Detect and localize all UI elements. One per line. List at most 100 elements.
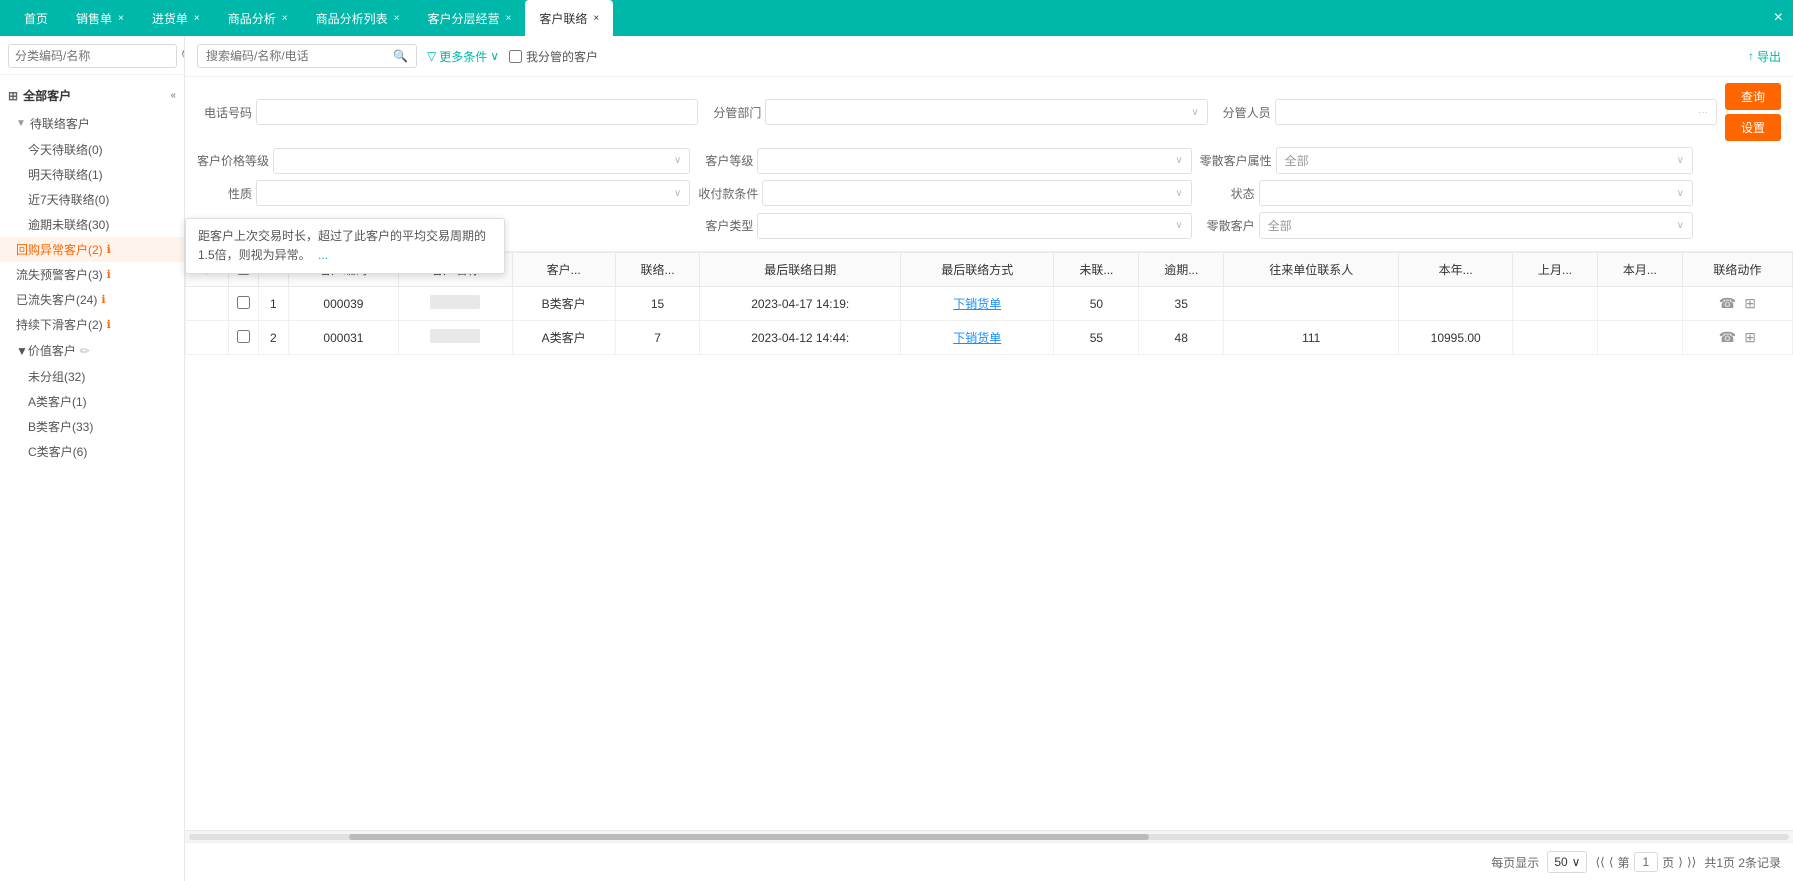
col-this-year: 本年... xyxy=(1399,253,1513,287)
contact-icon-2[interactable]: ☎ xyxy=(1719,329,1736,346)
filter-phone-label: 电话号码 xyxy=(197,104,252,121)
filter-manager-select[interactable]: ··· xyxy=(1275,99,1717,125)
pagination-nav: ⟨⟨ ⟨ 第 1 页 ⟩ ⟩⟩ xyxy=(1595,852,1696,872)
cell-name-2 xyxy=(399,321,513,355)
sidebar-item-tomorrow-contact[interactable]: 明天待联络(1) xyxy=(0,162,184,187)
filter-nature-label: 性质 xyxy=(197,185,252,202)
nav-home[interactable]: 首页 xyxy=(10,0,62,36)
query-button[interactable]: 查询 xyxy=(1725,83,1781,110)
settings-button[interactable]: 设置 xyxy=(1725,114,1781,141)
contact-icon-1[interactable]: ☎ xyxy=(1719,295,1736,312)
nav-product-analysis-list-close[interactable]: × xyxy=(394,13,400,24)
table-area: ⚙ 客户编码 客户名称 客户... 联络... 最后联络日期 最后联络方式 未联… xyxy=(185,252,1793,830)
sidebar-item-7day-contact[interactable]: 近7天待联络(0) xyxy=(0,187,184,212)
nav-customer-stratification-close[interactable]: × xyxy=(505,13,511,24)
filter-manager-label: 分管人员 xyxy=(1216,104,1271,121)
cell-overdue-2: 48 xyxy=(1139,321,1224,355)
filter-customer-grade-select[interactable]: ∨ xyxy=(757,148,1191,174)
cell-last-date-1: 2023-04-17 14:19: xyxy=(700,287,901,321)
pg-down-arrow: ∨ xyxy=(674,155,681,166)
sidebar-item-repurchase-abnormal[interactable]: 回购异常客户(2) ℹ xyxy=(0,237,184,262)
col-last-month: 上月... xyxy=(1513,253,1598,287)
scroll-thumb[interactable] xyxy=(349,834,1149,840)
filter-price-grade-select[interactable]: ∨ xyxy=(273,148,690,174)
filter-scattered-attr-select[interactable]: 全部 ∨ xyxy=(1276,147,1693,174)
main-layout: 🔍 ⊞ 全部客户 « ▼ 待联络客户 今天待联络(0) 明天待联络(1) 近7天… xyxy=(0,36,1793,881)
last-method-link-1[interactable]: 下销货单 xyxy=(953,297,1001,311)
horizontal-scrollbar[interactable] xyxy=(185,830,1793,842)
cell-checkbox-1 xyxy=(228,287,258,321)
filter-phone-input[interactable] xyxy=(256,99,698,125)
row1-checkbox[interactable] xyxy=(237,296,250,309)
filter-scattered-customer: 零散客户 全部 ∨ xyxy=(1200,212,1693,239)
tooltip-more-link[interactable]: ... xyxy=(318,248,328,262)
more-action-icon-2[interactable]: ⊞ xyxy=(1744,329,1756,346)
sidebar-item-overdue-contact[interactable]: 逾期未联络(30) xyxy=(0,212,184,237)
search-input[interactable] xyxy=(206,49,389,63)
info-icon-churned: ℹ xyxy=(101,293,105,306)
filter-row-1: 电话号码 分管部门 ∨ 分管人员 ··· 查询 设置 xyxy=(197,83,1781,141)
filter-customer-grade-label: 客户等级 xyxy=(698,152,753,169)
my-customers-check[interactable] xyxy=(509,50,522,63)
sidebar-group-pending-contact[interactable]: ▼ 待联络客户 xyxy=(0,110,184,137)
filter-status-select[interactable]: ∨ xyxy=(1259,180,1693,206)
sidebar-item-churned[interactable]: 已流失客户(24) ℹ xyxy=(0,287,184,312)
cell-contact-1: 15 xyxy=(615,287,700,321)
more-conditions-btn[interactable]: ▽ 更多条件 ∨ xyxy=(427,48,499,65)
cell-action-2: ☎ ⊞ xyxy=(1682,321,1792,355)
nav-purchase[interactable]: 进货单 × xyxy=(138,0,214,36)
sidebar-item-churn-warning[interactable]: 流失预警客户(3) ℹ xyxy=(0,262,184,287)
sa-down-arrow: ∨ xyxy=(1677,155,1684,166)
next-page-btn[interactable]: ⟩ xyxy=(1678,855,1683,869)
page-label: 第 xyxy=(1618,854,1630,871)
page-size-select[interactable]: 50 ∨ xyxy=(1547,851,1587,873)
nav-customer-contact-close[interactable]: × xyxy=(593,13,599,24)
filter-customer-type-label: 客户类型 xyxy=(698,217,753,234)
nav-sales[interactable]: 销售单 × xyxy=(62,0,138,36)
filter-payment-select[interactable]: ∨ xyxy=(762,180,1191,206)
sc-down-arrow: ∨ xyxy=(1677,220,1684,231)
sidebar-item-c-customers[interactable]: C类客户(6) xyxy=(0,439,184,464)
cell-this-month-2 xyxy=(1597,321,1682,355)
nav-product-analysis-close[interactable]: × xyxy=(282,13,288,24)
sidebar-search-input[interactable] xyxy=(8,44,177,68)
nav-product-analysis-list[interactable]: 商品分析列表 × xyxy=(302,0,414,36)
nav-customer-stratification[interactable]: 客户分层经营 × xyxy=(413,0,525,36)
sidebar-item-declining[interactable]: 持续下滑客户(2) ℹ xyxy=(0,312,184,337)
dept-down-arrow: ∨ xyxy=(1191,107,1198,118)
export-button[interactable]: ↑ 导出 xyxy=(1748,48,1781,65)
filter-scattered-customer-select[interactable]: 全部 ∨ xyxy=(1259,212,1693,239)
row2-checkbox[interactable] xyxy=(237,330,250,343)
sidebar-item-today-contact[interactable]: 今天待联络(0) xyxy=(0,137,184,162)
prev-page-btn[interactable]: ⟨ xyxy=(1609,855,1614,869)
more-action-icon-1[interactable]: ⊞ xyxy=(1744,295,1756,312)
nature-down-arrow: ∨ xyxy=(674,188,681,199)
content-area: 🔍 ▽ 更多条件 ∨ 我分管的客户 ↑ 导出 电话号码 xyxy=(185,36,1793,881)
nav-product-analysis[interactable]: 商品分析 × xyxy=(214,0,302,36)
nav-customer-contact[interactable]: 客户联络 × xyxy=(525,0,613,36)
nav-sales-close[interactable]: × xyxy=(118,13,124,24)
filter-dept-select[interactable]: ∨ xyxy=(765,99,1207,125)
sidebar: 🔍 ⊞ 全部客户 « ▼ 待联络客户 今天待联络(0) 明天待联络(1) 近7天… xyxy=(0,36,185,881)
my-customers-checkbox[interactable]: 我分管的客户 xyxy=(509,48,598,65)
action-icons-1: ☎ ⊞ xyxy=(1689,295,1786,312)
value-expand-arrow-icon: ▼ xyxy=(16,344,28,358)
window-close-button[interactable]: × xyxy=(1774,9,1783,27)
nav-purchase-close[interactable]: × xyxy=(194,13,200,24)
sidebar-item-a-customers[interactable]: A类客户(1) xyxy=(0,389,184,414)
sidebar-value-section[interactable]: ▼ 价值客户 ✏ xyxy=(0,337,184,364)
filter-phone: 电话号码 xyxy=(197,99,698,125)
filter-nature-select[interactable]: ∨ xyxy=(256,180,690,206)
sidebar-item-b-customers[interactable]: B类客户(33) xyxy=(0,414,184,439)
sidebar-item-ungrouped[interactable]: 未分组(32) xyxy=(0,364,184,389)
cell-not-contacted-2: 55 xyxy=(1054,321,1139,355)
filter-customer-type-select[interactable]: ∨ xyxy=(757,213,1191,239)
last-page-btn[interactable]: ⟩⟩ xyxy=(1687,855,1696,869)
first-page-btn[interactable]: ⟨⟨ xyxy=(1595,855,1604,869)
cell-last-method-1: 下销货单 xyxy=(901,287,1054,321)
current-page-input[interactable]: 1 xyxy=(1634,852,1659,872)
sidebar-all-customers[interactable]: ⊞ 全部客户 « xyxy=(0,81,184,110)
edit-icon[interactable]: ✏ xyxy=(80,344,90,358)
cell-code-1: 000039 xyxy=(288,287,398,321)
last-method-link-2[interactable]: 下销货单 xyxy=(953,331,1001,345)
